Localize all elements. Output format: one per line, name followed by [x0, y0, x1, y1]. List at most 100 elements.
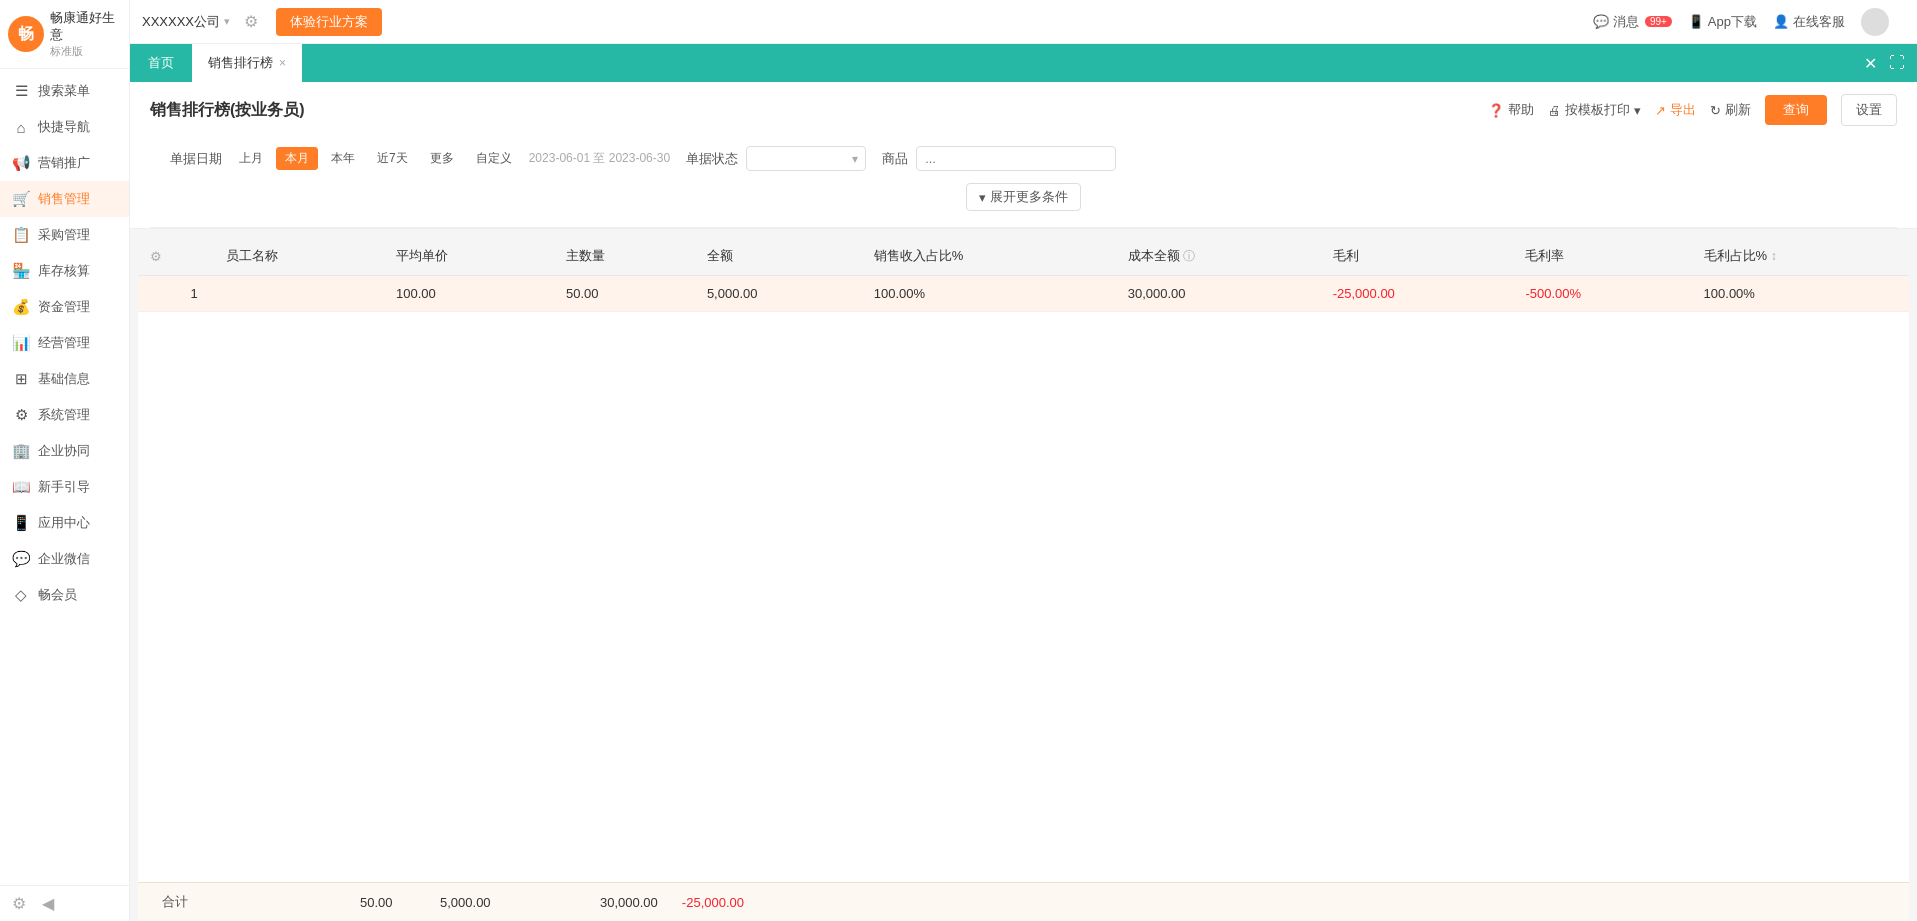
sidebar-item-wechat[interactable]: 💬 企业微信	[0, 541, 129, 577]
sidebar-nav: ☰ 搜索菜单 ⌂ 快捷导航 📢 营销推广 🛒 销售管理 📋 采购管理 🏪 库存核…	[0, 69, 129, 885]
online-service-action[interactable]: 👤 在线客服	[1773, 13, 1845, 31]
date-btn-7days[interactable]: 近7天	[368, 147, 417, 170]
app-download-action[interactable]: 📱 App下载	[1688, 13, 1757, 31]
export-label: 导出	[1670, 101, 1696, 119]
sidebar-label-quicknav: 快捷导航	[38, 118, 90, 136]
row-amount: 5,000.00	[695, 276, 862, 312]
sidebar-item-finance[interactable]: 💰 资金管理	[0, 289, 129, 325]
tab-close-window-icon[interactable]: ✕	[1864, 54, 1877, 73]
sidebar-label-member: 畅会员	[38, 586, 77, 604]
query-button[interactable]: 查询	[1765, 95, 1827, 125]
tab-close-icon[interactable]: ×	[279, 56, 286, 70]
page-content: 销售排行榜(按业务员) ❓ 帮助 🖨 按模板打印 ▾ ↗ 导出	[130, 82, 1917, 921]
sidebar-item-enterprise[interactable]: 🏢 企业协同	[0, 433, 129, 469]
company-selector[interactable]: XXXXXX公司 ▾	[142, 13, 230, 31]
marketing-icon: 📢	[12, 154, 30, 172]
date-filter-label: 单据日期	[170, 150, 222, 168]
col-gross-pct: 毛利占比% ↕	[1692, 237, 1909, 276]
guide-icon: 📖	[12, 478, 30, 496]
status-select[interactable]	[746, 146, 866, 171]
finance-icon: 💰	[12, 298, 30, 316]
filter-area: 单据日期 上月 本月 本年 近7天 更多 自定义 2023-06-01 至 20…	[150, 136, 1897, 228]
date-btn-more[interactable]: 更多	[421, 147, 463, 170]
goods-input[interactable]	[916, 146, 1116, 171]
print-icon: 🖨	[1548, 103, 1561, 118]
logo-text-line1: 畅康通好生意	[50, 10, 121, 44]
operations-icon: 📊	[12, 334, 30, 352]
logo-icon: 畅	[8, 16, 44, 52]
basic-icon: ⊞	[12, 370, 30, 388]
page-title: 销售排行榜(按业务员)	[150, 100, 305, 121]
date-range-display: 2023-06-01 至 2023-06-30	[529, 150, 670, 167]
footer-gross: -25,000.00	[670, 895, 756, 910]
sidebar-collapse-icon[interactable]: ◀	[42, 894, 54, 913]
sidebar-item-member[interactable]: ◇ 畅会员	[0, 577, 129, 613]
settings-button[interactable]: 设置	[1841, 94, 1897, 126]
date-btn-this-year[interactable]: 本年	[322, 147, 364, 170]
header-right: 💬 消息 99+ 📱 App下载 👤 在线客服	[1593, 8, 1905, 36]
help-icon: ❓	[1488, 103, 1504, 118]
sidebar: 畅 畅康通好生意 标准版 ☰ 搜索菜单 ⌂ 快捷导航 📢 营销推广 🛒 销售管理…	[0, 0, 130, 921]
sidebar-item-sales[interactable]: 🛒 销售管理	[0, 181, 129, 217]
sidebar-label-purchase: 采购管理	[38, 226, 90, 244]
sidebar-item-quicknav[interactable]: ⌂ 快捷导航	[0, 109, 129, 145]
table-header-row: ⚙ 员工名称 平均单价 主数量 全额 销售收入占比% 成本全额 ⓘ 毛利 毛利率…	[138, 237, 1909, 276]
status-filter: 单据状态	[686, 146, 866, 171]
row-gross-rate: -500.00%	[1513, 276, 1691, 312]
tab-home[interactable]: 首页	[130, 44, 192, 82]
sidebar-item-system[interactable]: ⚙ 系统管理	[0, 397, 129, 433]
sidebar-settings-icon[interactable]: ⚙	[12, 894, 26, 913]
row-main-qty: 50.00	[554, 276, 695, 312]
row-gross-pct: 100.00%	[1692, 276, 1909, 312]
sidebar-item-basic[interactable]: ⊞ 基础信息	[0, 361, 129, 397]
sidebar-bottom: ⚙ ◀	[0, 885, 129, 921]
expand-filters-button[interactable]: ▾ 展开更多条件	[966, 183, 1081, 211]
avatar[interactable]	[1861, 8, 1889, 36]
print-button[interactable]: 🖨 按模板打印 ▾	[1548, 101, 1641, 119]
tab-bar: 首页 销售排行榜 × ✕ ⛶	[130, 44, 1917, 82]
app-download-label: App下载	[1708, 13, 1757, 31]
apps-icon: 📱	[12, 514, 30, 532]
sidebar-label-finance: 资金管理	[38, 298, 90, 316]
wechat-icon: 💬	[12, 550, 30, 568]
sidebar-item-purchase[interactable]: 📋 采购管理	[0, 217, 129, 253]
sidebar-label-system: 系统管理	[38, 406, 90, 424]
export-button[interactable]: ↗ 导出	[1655, 101, 1696, 119]
help-button[interactable]: ❓ 帮助	[1488, 101, 1534, 119]
col-settings[interactable]: ⚙	[138, 237, 174, 276]
member-icon: ◇	[12, 586, 30, 604]
tab-sales-ranking[interactable]: 销售排行榜 ×	[192, 44, 302, 82]
company-dropdown-icon: ▾	[224, 15, 230, 28]
row-gross: -25,000.00	[1321, 276, 1514, 312]
print-dropdown-icon: ▾	[1634, 103, 1641, 118]
sidebar-item-apps[interactable]: 📱 应用中心	[0, 505, 129, 541]
date-buttons: 上月 本月 本年 近7天 更多 自定义	[230, 147, 521, 170]
header-settings-icon[interactable]: ⚙	[244, 12, 258, 31]
col-gross-rate: 毛利率	[1513, 237, 1691, 276]
sidebar-item-operations[interactable]: 📊 经营管理	[0, 325, 129, 361]
date-btn-custom[interactable]: 自定义	[467, 147, 521, 170]
system-icon: ⚙	[12, 406, 30, 424]
status-select-wrap	[746, 146, 866, 171]
row-settings	[138, 276, 174, 312]
trial-button[interactable]: 体验行业方案	[276, 8, 382, 36]
sidebar-item-inventory[interactable]: 🏪 库存核算	[0, 253, 129, 289]
refresh-button[interactable]: ↻ 刷新	[1710, 101, 1751, 119]
filter-row-1: 单据日期 上月 本月 本年 近7天 更多 自定义 2023-06-01 至 20…	[170, 146, 1877, 171]
top-header: XXXXXX公司 ▾ ⚙ 体验行业方案 💬 消息 99+ 📱 App下载 👤 在…	[130, 0, 1917, 44]
col-main-qty: 主数量	[554, 237, 695, 276]
sidebar-label-inventory: 库存核算	[38, 262, 90, 280]
footer-amount: 5,000.00	[428, 895, 508, 910]
sidebar-item-marketing[interactable]: 📢 营销推广	[0, 145, 129, 181]
row-cost: 30,000.00	[1116, 276, 1321, 312]
table-head: ⚙ 员工名称 平均单价 主数量 全额 销售收入占比% 成本全额 ⓘ 毛利 毛利率…	[138, 237, 1909, 276]
sidebar-item-guide[interactable]: 📖 新手引导	[0, 469, 129, 505]
sidebar-item-search[interactable]: ☰ 搜索菜单	[0, 73, 129, 109]
date-filter: 单据日期 上月 本月 本年 近7天 更多 自定义 2023-06-01 至 20…	[170, 147, 670, 170]
logo-text-line2: 标准版	[50, 44, 121, 58]
sidebar-label-marketing: 营销推广	[38, 154, 90, 172]
tab-maximize-icon[interactable]: ⛶	[1889, 54, 1905, 72]
date-btn-this-month[interactable]: 本月	[276, 147, 318, 170]
message-action[interactable]: 💬 消息 99+	[1593, 13, 1672, 31]
date-btn-last-month[interactable]: 上月	[230, 147, 272, 170]
